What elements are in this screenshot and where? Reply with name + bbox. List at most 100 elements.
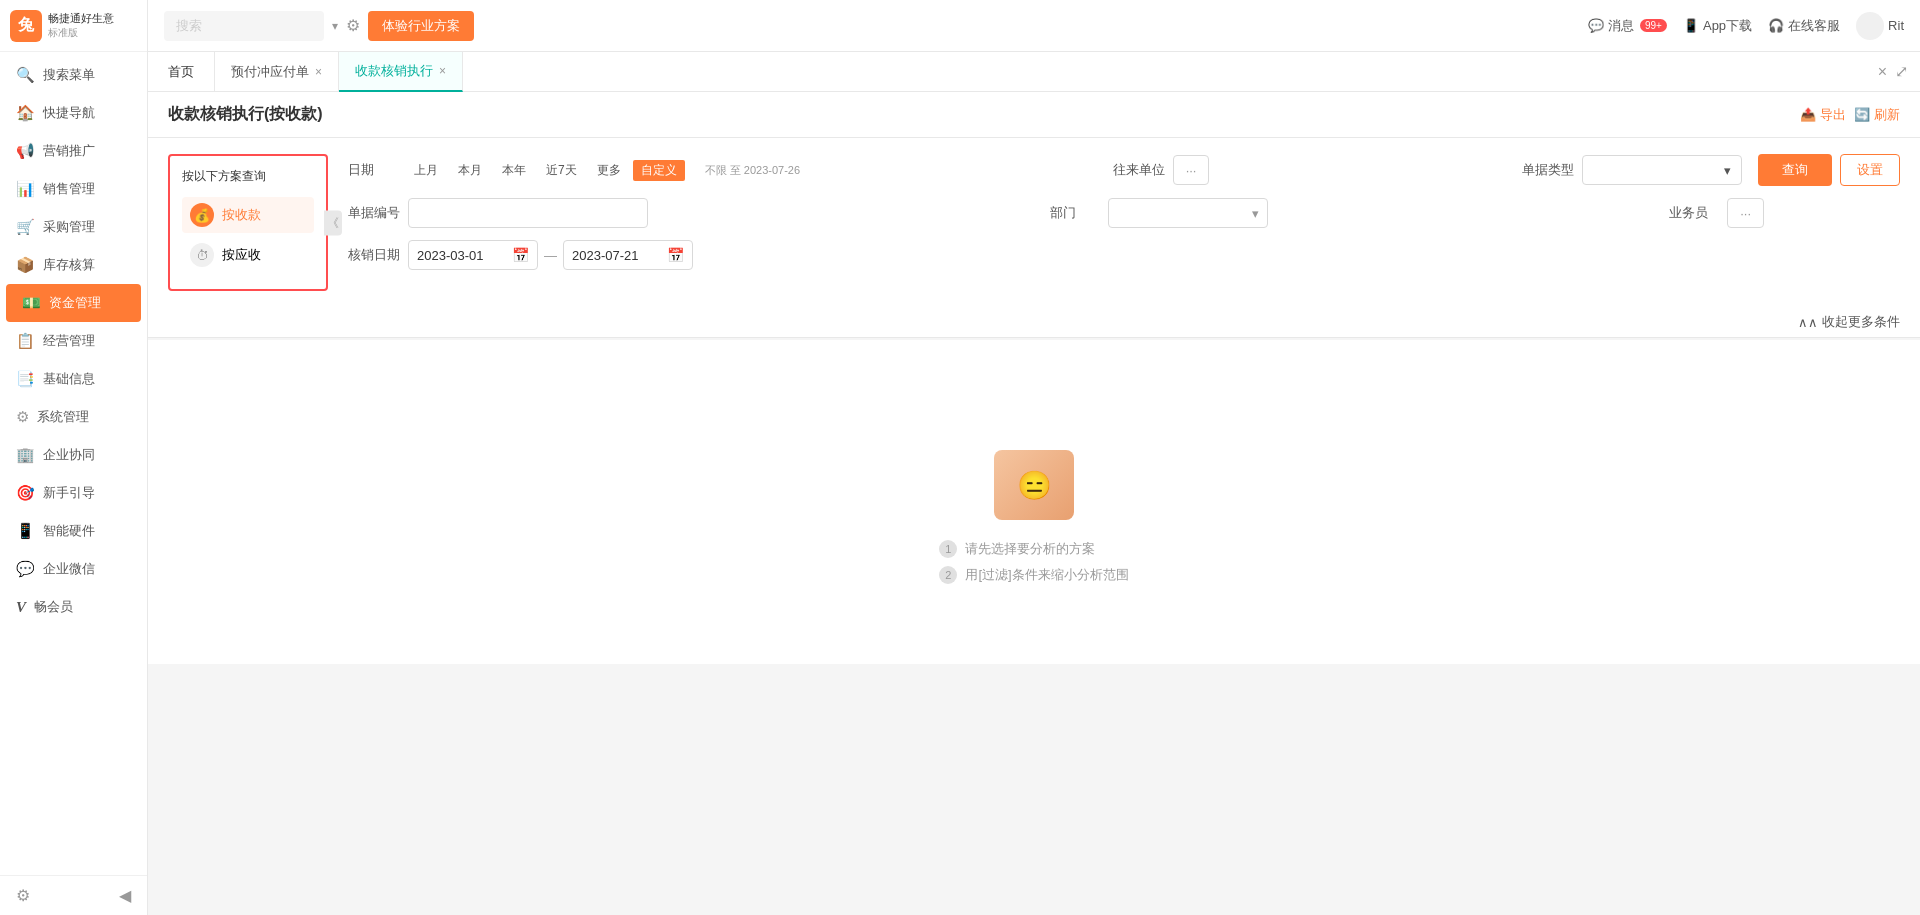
sidebar-item-finance[interactable]: 💵 资金管理: [6, 284, 141, 322]
sidebar-item-label: 智能硬件: [43, 522, 95, 540]
doc-type-chevron-icon: ▾: [1724, 163, 1731, 178]
sidebar-item-marketing[interactable]: 📢 营销推广: [0, 132, 147, 170]
sidebar-item-basic-info[interactable]: 📑 基础信息: [0, 360, 147, 398]
doc-type-label: 单据类型: [1522, 161, 1574, 179]
empty-hint-2: 2 用[过滤]条件来缩小分析范围: [939, 566, 1128, 584]
tab-prepay[interactable]: 预付冲应付单 ×: [215, 52, 339, 92]
tab-expand-icon[interactable]: ⤢: [1895, 62, 1908, 81]
sidebar-item-smart-hw[interactable]: 📱 智能硬件: [0, 512, 147, 550]
collapse-more-area: ∧∧ 收起更多条件: [148, 307, 1920, 337]
message-btn[interactable]: 💬 消息 99+: [1588, 17, 1667, 35]
home-icon: 🏠: [16, 104, 35, 122]
chevron-up-icon: ∧∧: [1798, 315, 1818, 330]
calendar-start-icon: 📅: [512, 247, 529, 263]
filter-panel-collapse-btn[interactable]: 《: [324, 210, 342, 235]
doc-type-select[interactable]: ▾: [1582, 155, 1742, 185]
sidebar-item-label: 经营管理: [43, 332, 95, 350]
message-icon: 💬: [1588, 18, 1604, 33]
sidebar-item-label: 系统管理: [37, 408, 89, 426]
tab-home[interactable]: 首页: [148, 52, 215, 92]
collapse-left-icon: 《: [327, 215, 339, 229]
sidebar-item-inventory[interactable]: 📦 库存核算: [0, 246, 147, 284]
filter-option-receipt[interactable]: 💰 按收款: [182, 197, 314, 233]
wechat-icon: 💬: [16, 560, 35, 578]
sidebar-item-wechat[interactable]: 💬 企业微信: [0, 550, 147, 588]
dept-select[interactable]: ▾: [1108, 198, 1268, 228]
sidebar-item-quick-nav[interactable]: 🏠 快捷导航: [0, 94, 147, 132]
date-tab-custom[interactable]: 自定义: [633, 160, 685, 181]
basic-info-icon: 📑: [16, 370, 35, 388]
sidebar-item-vip[interactable]: V 畅会员: [0, 588, 147, 626]
date-tab-upper[interactable]: 上月: [406, 160, 446, 181]
form-action-btns: 查询 设置: [1758, 154, 1900, 186]
topbar: 搜索 ▾ ⚙ 体验行业方案 💬 消息 99+ 📱 App下载 🎧 在线客服 Ri: [148, 0, 1920, 52]
sidebar-item-operation[interactable]: 📋 经营管理: [0, 322, 147, 360]
sidebar-item-label: 销售管理: [43, 180, 95, 198]
page: 收款核销执行(按收款) 📤 导出 🔄 刷新 按以下方案查询: [148, 92, 1920, 664]
app-download-btn[interactable]: 📱 App下载: [1683, 17, 1752, 35]
query-btn[interactable]: 查询: [1758, 154, 1832, 186]
tab-close-all-icon[interactable]: ×: [1878, 63, 1887, 81]
verify-date-end[interactable]: 2023-07-21 📅: [563, 240, 693, 270]
sidebar-collapse-icon[interactable]: ◀: [119, 886, 131, 905]
main-area: 搜索 ▾ ⚙ 体验行业方案 💬 消息 99+ 📱 App下载 🎧 在线客服 Ri: [148, 0, 1920, 915]
sidebar: 兔 畅捷通好生意 标准版 🔍 搜索菜单 🏠 快捷导航 📢 营销推广 📊 销售管理…: [0, 0, 148, 915]
sidebar-item-purchase[interactable]: 🛒 采购管理: [0, 208, 147, 246]
sidebar-item-enterprise[interactable]: 🏢 企业协同: [0, 436, 147, 474]
page-title: 收款核销执行(按收款): [168, 104, 323, 125]
divider: [148, 337, 1920, 338]
sidebar-item-label: 资金管理: [49, 294, 101, 312]
query-form: 日期 上月 本月 本年 近7天 更多 自定义 不限 至 2023-0: [348, 154, 1900, 291]
date-sub-label: 不限 至 2023-07-26: [705, 163, 800, 178]
staff-label: 业务员: [1669, 204, 1719, 222]
user-area[interactable]: Rit: [1856, 12, 1904, 40]
app-edition: 标准版: [48, 26, 114, 40]
tab-receipts[interactable]: 收款核销执行 ×: [339, 52, 463, 92]
sidebar-item-guide[interactable]: 🎯 新手引导: [0, 474, 147, 512]
solution-btn[interactable]: 体验行业方案: [368, 11, 474, 41]
search-icon: 🔍: [16, 66, 35, 84]
sidebar-item-search[interactable]: 🔍 搜索菜单: [0, 56, 147, 94]
sidebar-item-label: 企业协同: [43, 446, 95, 464]
form-row-2: 单据编号 部门 ▾ 业务员: [348, 198, 1900, 228]
date-tab-current[interactable]: 本月: [450, 160, 490, 181]
user-avatar: [1856, 12, 1884, 40]
topbar-search-box[interactable]: 搜索: [164, 11, 324, 41]
settings-form-btn[interactable]: 设置: [1840, 154, 1900, 186]
sidebar-item-label: 采购管理: [43, 218, 95, 236]
date-tab-year[interactable]: 本年: [494, 160, 534, 181]
refresh-btn[interactable]: 🔄 刷新: [1854, 106, 1900, 124]
export-btn[interactable]: 📤 导出: [1800, 106, 1846, 124]
sidebar-item-sales[interactable]: 📊 销售管理: [0, 170, 147, 208]
tabbar: 首页 预付冲应付单 × 收款核销执行 × × ⤢: [148, 52, 1920, 92]
date-tab-more[interactable]: 更多: [589, 160, 629, 181]
partner-input[interactable]: ···: [1173, 155, 1210, 185]
dept-label: 部门: [1050, 204, 1100, 222]
page-header: 收款核销执行(按收款) 📤 导出 🔄 刷新: [148, 92, 1920, 138]
topbar-gear-icon[interactable]: ⚙: [346, 16, 360, 35]
staff-input[interactable]: ···: [1727, 198, 1764, 228]
system-icon: ⚙: [16, 408, 29, 426]
collapse-more-btn[interactable]: ∧∧ 收起更多条件: [1798, 313, 1900, 331]
doc-no-input[interactable]: [408, 198, 648, 228]
doc-no-label: 单据编号: [348, 204, 400, 222]
verify-date-start[interactable]: 2023-03-01 📅: [408, 240, 538, 270]
doc-no-field: 单据编号: [348, 198, 648, 228]
tab-receipts-close-icon[interactable]: ×: [439, 64, 446, 78]
empty-illustration: 😑: [974, 420, 1094, 520]
date-tab-7days[interactable]: 近7天: [538, 160, 585, 181]
sidebar-item-label: 企业微信: [43, 560, 95, 578]
filter-option-payable[interactable]: ⏱ 按应收: [182, 237, 314, 273]
dept-field: 部门 ▾: [1050, 198, 1268, 228]
tab-prepay-close-icon[interactable]: ×: [315, 65, 322, 79]
topbar-right: 💬 消息 99+ 📱 App下载 🎧 在线客服 Rit: [1588, 12, 1904, 40]
guide-icon: 🎯: [16, 484, 35, 502]
inventory-icon: 📦: [16, 256, 35, 274]
sidebar-settings-icon[interactable]: ⚙: [16, 886, 30, 905]
online-service-btn[interactable]: 🎧 在线客服: [1768, 17, 1840, 35]
date-label: 日期: [348, 161, 398, 179]
sidebar-item-system[interactable]: ⚙ 系统管理: [0, 398, 147, 436]
tab-home-label: 首页: [168, 63, 194, 81]
date-tabs: 上月 本月 本年 近7天 更多 自定义: [406, 160, 685, 181]
topbar-chevron-icon[interactable]: ▾: [332, 19, 338, 33]
